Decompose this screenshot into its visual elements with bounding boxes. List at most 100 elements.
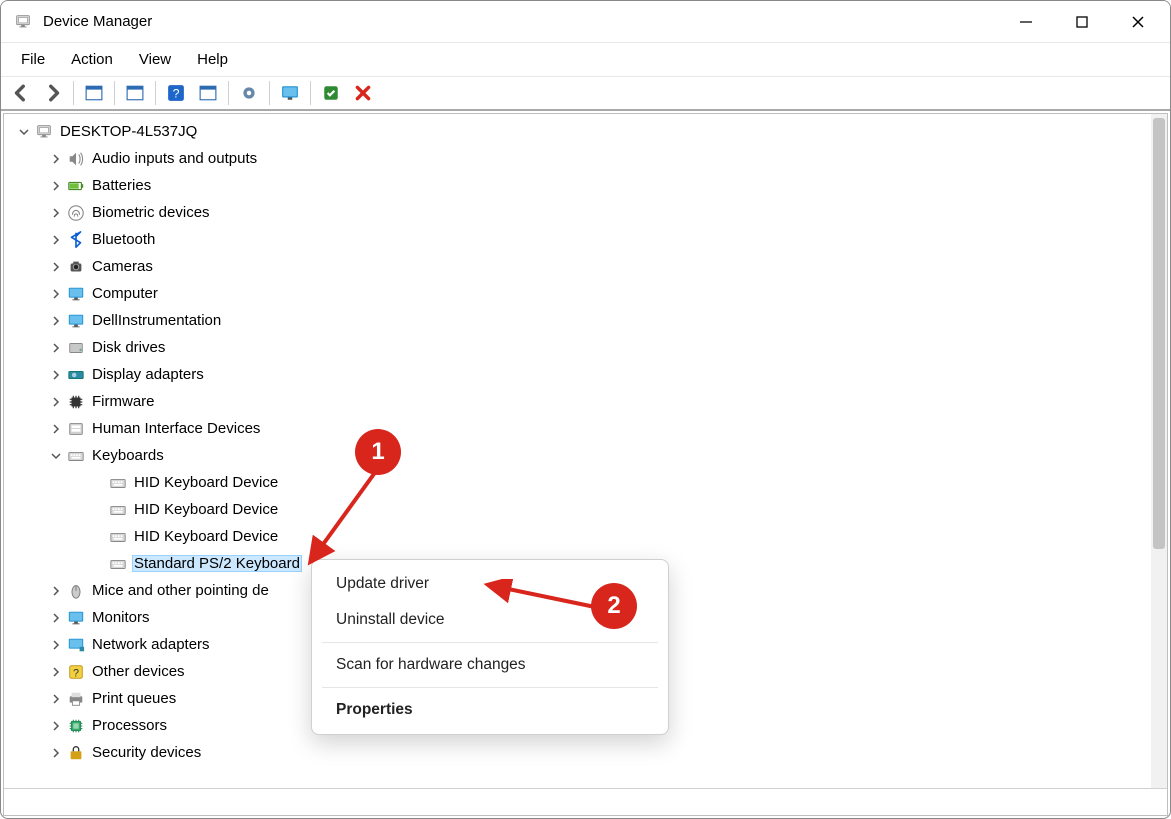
chevron-right-icon[interactable] bbox=[48, 691, 64, 707]
tree-category-firmware[interactable]: Firmware bbox=[8, 388, 1151, 415]
tree-category-biometric[interactable]: Biometric devices bbox=[8, 199, 1151, 226]
tree-category-label: Batteries bbox=[90, 177, 153, 194]
enable-button[interactable] bbox=[317, 80, 345, 106]
tree-category-computer[interactable]: Computer bbox=[8, 280, 1151, 307]
chevron-right-icon[interactable] bbox=[48, 745, 64, 761]
tree-category-label: Human Interface Devices bbox=[90, 420, 262, 437]
toolbar bbox=[1, 77, 1170, 111]
keyboard-icon bbox=[108, 527, 128, 547]
fingerprint-icon bbox=[66, 203, 86, 223]
chevron-right-icon[interactable] bbox=[48, 367, 64, 383]
minimize-button[interactable] bbox=[998, 1, 1054, 43]
chevron-right-icon[interactable] bbox=[48, 232, 64, 248]
status-bar bbox=[3, 788, 1168, 816]
tree-category-label: Other devices bbox=[90, 663, 187, 680]
menu-help[interactable]: Help bbox=[185, 47, 240, 72]
menu-file[interactable]: File bbox=[9, 47, 57, 72]
annotation-callout-2: 2 bbox=[591, 583, 637, 629]
tree-device-item[interactable]: HID Keyboard Device bbox=[8, 523, 1151, 550]
tree-device-label: HID Keyboard Device bbox=[132, 501, 280, 518]
tree-category-cameras[interactable]: Cameras bbox=[8, 253, 1151, 280]
tree-category-label: Monitors bbox=[90, 609, 152, 626]
tree-device-item[interactable]: HID Keyboard Device bbox=[8, 496, 1151, 523]
speaker-icon bbox=[66, 149, 86, 169]
chevron-right-icon[interactable] bbox=[48, 664, 64, 680]
security-icon bbox=[66, 743, 86, 763]
menu-view[interactable]: View bbox=[127, 47, 183, 72]
tree-category-label: DellInstrumentation bbox=[90, 312, 223, 329]
tree-category-label: Security devices bbox=[90, 744, 203, 761]
tree-category-label: Computer bbox=[90, 285, 160, 302]
help-button[interactable] bbox=[162, 80, 190, 106]
keyboard-icon bbox=[66, 446, 86, 466]
printer-icon bbox=[66, 689, 86, 709]
context-menu-scan-hardware[interactable]: Scan for hardware changes bbox=[312, 647, 668, 683]
tree-category-dell[interactable]: DellInstrumentation bbox=[8, 307, 1151, 334]
annotation-arrow-1 bbox=[301, 461, 391, 571]
tree-category-label: Disk drives bbox=[90, 339, 167, 356]
context-menu-properties[interactable]: Properties bbox=[312, 692, 668, 728]
tree-device-label: HID Keyboard Device bbox=[132, 528, 280, 545]
menu-action[interactable]: Action bbox=[59, 47, 125, 72]
tree-category-label: Keyboards bbox=[90, 447, 166, 464]
chevron-right-icon[interactable] bbox=[48, 718, 64, 734]
maximize-button[interactable] bbox=[1054, 1, 1110, 43]
tree-device-label: HID Keyboard Device bbox=[132, 474, 280, 491]
keyboard-icon bbox=[108, 554, 128, 574]
tree-category-display[interactable]: Display adapters bbox=[8, 361, 1151, 388]
keyboard-icon bbox=[108, 500, 128, 520]
chevron-right-icon[interactable] bbox=[48, 394, 64, 410]
tree-category-label: Bluetooth bbox=[90, 231, 157, 248]
network-icon bbox=[66, 635, 86, 655]
chevron-down-icon[interactable] bbox=[48, 448, 64, 464]
context-menu-separator bbox=[322, 687, 658, 688]
update-button[interactable] bbox=[194, 80, 222, 106]
tree-category-keyboards[interactable]: Keyboards bbox=[8, 442, 1151, 469]
chevron-right-icon[interactable] bbox=[48, 421, 64, 437]
uninstall-button[interactable] bbox=[235, 80, 263, 106]
scan-button[interactable] bbox=[276, 80, 304, 106]
tree-category-security[interactable]: Security devices bbox=[8, 739, 1151, 766]
tree-category-batteries[interactable]: Batteries bbox=[8, 172, 1151, 199]
close-button[interactable] bbox=[1110, 1, 1166, 43]
chevron-right-icon[interactable] bbox=[48, 313, 64, 329]
tree-category-disk[interactable]: Disk drives bbox=[8, 334, 1151, 361]
tree-category-audio[interactable]: Audio inputs and outputs bbox=[8, 145, 1151, 172]
mouse-icon bbox=[66, 581, 86, 601]
chevron-right-icon[interactable] bbox=[48, 637, 64, 653]
chevron-right-icon[interactable] bbox=[48, 340, 64, 356]
properties-button[interactable] bbox=[121, 80, 149, 106]
vertical-scrollbar[interactable] bbox=[1151, 114, 1167, 788]
monitor-icon bbox=[66, 311, 86, 331]
app-icon bbox=[13, 12, 33, 32]
tree-category-bluetooth[interactable]: Bluetooth bbox=[8, 226, 1151, 253]
gpu-icon bbox=[66, 365, 86, 385]
tree-root[interactable]: DESKTOP-4L537JQ bbox=[8, 118, 1151, 145]
chevron-right-icon[interactable] bbox=[48, 259, 64, 275]
forward-button[interactable] bbox=[39, 80, 67, 106]
remove-button[interactable] bbox=[349, 80, 377, 106]
tree-device-label: Standard PS/2 Keyboard bbox=[132, 555, 302, 572]
chevron-right-icon[interactable] bbox=[48, 151, 64, 167]
show-hidden-button[interactable] bbox=[80, 80, 108, 106]
chevron-right-icon[interactable] bbox=[48, 286, 64, 302]
chevron-right-icon[interactable] bbox=[48, 610, 64, 626]
title-bar: Device Manager bbox=[1, 1, 1170, 43]
tree-category-label: Network adapters bbox=[90, 636, 212, 653]
tree-device-item[interactable]: HID Keyboard Device bbox=[8, 469, 1151, 496]
tree-category-label: Mice and other pointing de bbox=[90, 582, 271, 599]
tree-category-label: Cameras bbox=[90, 258, 155, 275]
tree-category-label: Processors bbox=[90, 717, 169, 734]
back-button[interactable] bbox=[7, 80, 35, 106]
chevron-right-icon[interactable] bbox=[48, 205, 64, 221]
chevron-right-icon[interactable] bbox=[48, 583, 64, 599]
chevron-down-icon[interactable] bbox=[16, 124, 32, 140]
scrollbar-thumb[interactable] bbox=[1153, 118, 1165, 549]
cpu-icon bbox=[66, 716, 86, 736]
annotation-callout-1: 1 bbox=[355, 429, 401, 475]
tree-category-hid[interactable]: Human Interface Devices bbox=[8, 415, 1151, 442]
menu-bar: File Action View Help bbox=[1, 43, 1170, 77]
device-manager-window: Device Manager File Action View Help DES… bbox=[0, 0, 1171, 819]
chevron-right-icon[interactable] bbox=[48, 178, 64, 194]
battery-icon bbox=[66, 176, 86, 196]
